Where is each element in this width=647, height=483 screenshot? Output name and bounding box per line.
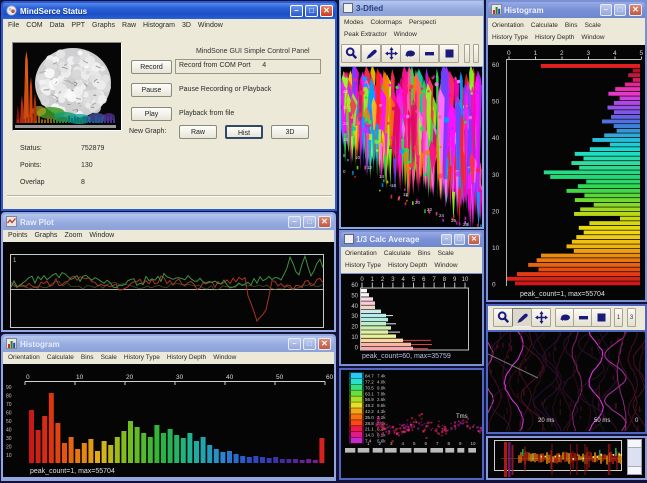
svg-text:32: 32	[343, 105, 349, 110]
svg-text:10: 10	[462, 277, 469, 283]
svg-text:peak_count=1, max=55704: peak_count=1, max=55704	[520, 291, 605, 298]
svg-text:28: 28	[463, 222, 469, 227]
svg-text:Tms: Tms	[456, 414, 468, 420]
svg-text:30: 30	[6, 436, 12, 442]
svg-text:10: 10	[471, 441, 477, 446]
svg-text:24: 24	[439, 213, 445, 218]
svg-text:50: 50	[351, 293, 358, 299]
svg-text:50: 50	[276, 374, 284, 381]
svg-text:50: 50	[6, 419, 12, 425]
svg-text:21.1: 21.1	[365, 427, 374, 432]
svg-text:10: 10	[351, 335, 358, 341]
svg-text:20 ms: 20 ms	[538, 418, 554, 424]
svg-text:20: 20	[415, 200, 421, 205]
svg-text:63.1: 63.1	[365, 391, 374, 396]
svg-text:0: 0	[507, 50, 511, 57]
svg-text:18: 18	[403, 192, 409, 197]
svg-text:84.7: 84.7	[365, 374, 374, 379]
svg-text:1: 1	[534, 50, 538, 57]
svg-text:peak_count=60, max=35759: peak_count=60, max=35759	[362, 353, 451, 360]
svg-text:7.4k: 7.4k	[377, 374, 386, 379]
svg-text:40: 40	[343, 89, 349, 94]
svg-text:10: 10	[492, 245, 500, 252]
svg-text:16: 16	[343, 137, 349, 142]
svg-text:20: 20	[126, 374, 134, 381]
svg-text:28.8: 28.8	[365, 421, 374, 426]
svg-text:90: 90	[6, 385, 12, 391]
svg-text:22: 22	[427, 207, 433, 212]
svg-text:60: 60	[492, 62, 500, 69]
svg-text:42.2: 42.2	[365, 409, 374, 414]
svg-text:30: 30	[176, 374, 184, 381]
svg-text:0: 0	[492, 282, 496, 289]
svg-text:4: 4	[613, 50, 617, 57]
svg-text:20: 20	[492, 208, 500, 215]
svg-text:70.5: 70.5	[365, 385, 374, 390]
svg-text:80: 80	[6, 394, 12, 400]
svg-text:49.2: 49.2	[365, 403, 374, 408]
svg-text:4.3k: 4.3k	[377, 409, 386, 414]
svg-text:50: 50	[492, 99, 500, 106]
svg-text:16: 16	[391, 183, 397, 188]
svg-text:35.0: 35.0	[365, 415, 374, 420]
svg-text:24: 24	[343, 121, 349, 126]
svg-text:0: 0	[26, 374, 30, 381]
svg-text:3: 3	[587, 50, 591, 57]
svg-text:peak_count=1, max=55704: peak_count=1, max=55704	[30, 468, 115, 475]
svg-text:9.6k: 9.6k	[377, 403, 386, 408]
svg-text:60: 60	[6, 411, 12, 417]
svg-text:2: 2	[560, 50, 564, 57]
svg-text:14.3: 14.3	[365, 433, 374, 438]
svg-text:7.8k: 7.8k	[377, 391, 386, 396]
svg-text:9.9k: 9.9k	[377, 385, 386, 390]
svg-text:56.9: 56.9	[365, 397, 374, 402]
svg-text:40: 40	[226, 374, 234, 381]
svg-text:26: 26	[451, 218, 457, 223]
svg-text:14: 14	[379, 174, 385, 179]
svg-text:40: 40	[6, 428, 12, 434]
svg-text:2.6k: 2.6k	[377, 397, 386, 402]
svg-text:20: 20	[6, 445, 12, 451]
svg-text:10: 10	[6, 453, 12, 459]
svg-text:40: 40	[351, 304, 358, 310]
svg-text:4.0k: 4.0k	[377, 380, 386, 385]
svg-text:30: 30	[492, 172, 500, 179]
svg-text:10: 10	[355, 155, 361, 160]
svg-text:20: 20	[351, 325, 358, 331]
svg-text:70: 70	[6, 402, 12, 408]
svg-text:12: 12	[367, 165, 373, 170]
svg-text:60: 60	[326, 374, 334, 381]
svg-text:5: 5	[640, 50, 644, 57]
svg-text:60: 60	[351, 283, 358, 289]
svg-text:40: 40	[492, 135, 500, 142]
svg-text:30: 30	[351, 314, 358, 320]
svg-text:10: 10	[76, 374, 84, 381]
svg-text:50 ms: 50 ms	[594, 418, 610, 424]
svg-text:77.2: 77.2	[365, 380, 374, 385]
